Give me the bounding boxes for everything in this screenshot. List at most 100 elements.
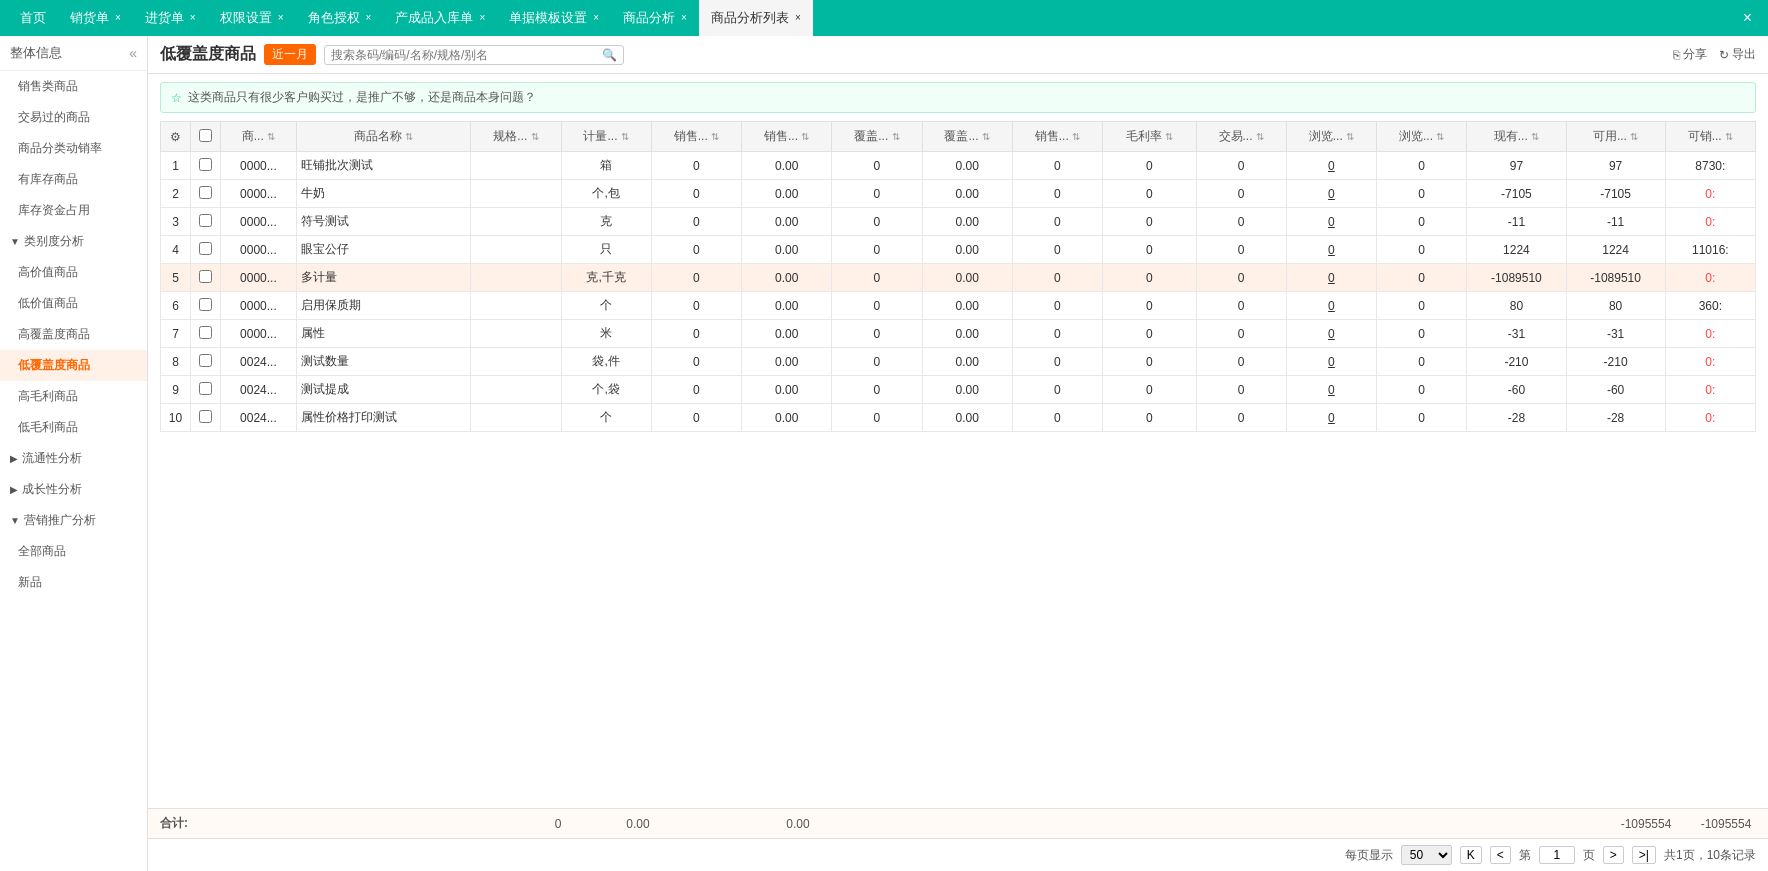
row-current-stock: 1224 — [1467, 236, 1566, 264]
share-button[interactable]: ⎘ 分享 — [1673, 46, 1707, 63]
row-gross-rate: 0 — [1103, 376, 1197, 404]
row-browse1[interactable]: 0 — [1286, 264, 1376, 292]
row-cover-amt: 0.00 — [922, 152, 1012, 180]
col-browse1[interactable]: 浏览... ⇅ — [1286, 122, 1376, 152]
col-cover-qty[interactable]: 覆盖... ⇅ — [832, 122, 922, 152]
info-bar: ☆ 这类商品只有很少客户购买过，是推广不够，还是商品本身问题？ — [160, 82, 1756, 113]
next-page-button[interactable]: > — [1603, 846, 1624, 864]
nav-template-settings[interactable]: 单据模板设置 × — [497, 0, 611, 36]
page-size-select[interactable]: 20 50 100 — [1401, 845, 1452, 865]
col-available[interactable]: 可用... ⇅ — [1566, 122, 1665, 152]
sidebar-group-circulation-analysis[interactable]: ▶ 流通性分析 — [0, 443, 147, 474]
row-browse1[interactable]: 0 — [1286, 292, 1376, 320]
select-all-checkbox[interactable] — [199, 129, 212, 142]
row-browse1[interactable]: 0 — [1286, 320, 1376, 348]
sidebar-item-low-margin[interactable]: 低毛利商品 — [0, 412, 147, 443]
last-page-button[interactable]: >| — [1632, 846, 1656, 864]
row-checkbox[interactable] — [199, 158, 212, 171]
export-button[interactable]: ↻ 导出 — [1719, 46, 1756, 63]
col-unit[interactable]: 计量... ⇅ — [561, 122, 651, 152]
search-input[interactable] — [331, 48, 598, 62]
close-icon[interactable]: × — [593, 0, 599, 36]
first-page-button[interactable]: K — [1460, 846, 1482, 864]
close-icon[interactable]: × — [479, 0, 485, 36]
page-label-2: 页 — [1583, 847, 1595, 864]
row-checkbox[interactable] — [199, 354, 212, 367]
col-browse2[interactable]: 浏览... ⇅ — [1377, 122, 1467, 152]
sidebar-item-low-coverage[interactable]: 低覆盖度商品 — [0, 350, 147, 381]
row-cover-qty: 0 — [832, 264, 922, 292]
row-sales-amt: 0.00 — [742, 404, 832, 432]
row-checkbox[interactable] — [199, 298, 212, 311]
nav-purchase-order[interactable]: 进货单 × — [133, 0, 208, 36]
row-browse1[interactable]: 0 — [1286, 404, 1376, 432]
sidebar-item-new-goods[interactable]: 新品 — [0, 567, 147, 598]
row-name: 测试数量 — [296, 348, 470, 376]
close-icon[interactable]: × — [681, 0, 687, 36]
nav-permission-settings[interactable]: 权限设置 × — [208, 0, 296, 36]
sidebar-item-high-coverage[interactable]: 高覆盖度商品 — [0, 319, 147, 350]
period-button[interactable]: 近一月 — [264, 44, 316, 65]
row-checkbox[interactable] — [199, 270, 212, 283]
col-code[interactable]: 商... ⇅ — [221, 122, 297, 152]
row-code: 0000... — [221, 152, 297, 180]
sidebar-item-traded-goods[interactable]: 交易过的商品 — [0, 102, 147, 133]
row-num: 1 — [161, 152, 191, 180]
sidebar-item-high-margin[interactable]: 高毛利商品 — [0, 381, 147, 412]
sidebar-group-category-analysis[interactable]: ▼ 类别度分析 — [0, 226, 147, 257]
close-icon[interactable]: × — [795, 0, 801, 36]
prev-page-button[interactable]: < — [1490, 846, 1511, 864]
row-browse1[interactable]: 0 — [1286, 348, 1376, 376]
sidebar-item-sales-goods[interactable]: 销售类商品 — [0, 71, 147, 102]
row-trade: 0 — [1196, 376, 1286, 404]
nav-home[interactable]: 首页 — [8, 0, 58, 36]
nav-product-analysis-list[interactable]: 商品分析列表 × — [699, 0, 813, 36]
col-sales-count[interactable]: 销售... ⇅ — [1012, 122, 1102, 152]
row-browse1[interactable]: 0 — [1286, 152, 1376, 180]
col-saleable[interactable]: 可销... ⇅ — [1665, 122, 1755, 152]
row-browse1[interactable]: 0 — [1286, 376, 1376, 404]
close-icon[interactable]: × — [190, 0, 196, 36]
row-browse1[interactable]: 0 — [1286, 236, 1376, 264]
sidebar-collapse-button[interactable]: « — [129, 45, 137, 61]
row-checkbox[interactable] — [199, 410, 212, 423]
nav-product-storage[interactable]: 产成品入库单 × — [383, 0, 497, 36]
sidebar-group-growth-analysis[interactable]: ▶ 成长性分析 — [0, 474, 147, 505]
row-checkbox[interactable] — [199, 382, 212, 395]
sidebar-item-inventory-capital[interactable]: 库存资金占用 — [0, 195, 147, 226]
row-cover-amt: 0.00 — [922, 236, 1012, 264]
row-code: 0024... — [221, 348, 297, 376]
chevron-right-icon: ▶ — [10, 453, 18, 464]
sidebar-item-category-sales-rate[interactable]: 商品分类动销率 — [0, 133, 147, 164]
nav-role-auth[interactable]: 角色授权 × — [296, 0, 384, 36]
row-browse1[interactable]: 0 — [1286, 180, 1376, 208]
window-close-button[interactable]: × — [1735, 9, 1760, 27]
col-name[interactable]: 商品名称 ⇅ — [296, 122, 470, 152]
sidebar-item-stocked-goods[interactable]: 有库存商品 — [0, 164, 147, 195]
search-icon[interactable]: 🔍 — [602, 48, 617, 62]
col-cover-amt[interactable]: 覆盖... ⇅ — [922, 122, 1012, 152]
col-sales-amt[interactable]: 销售... ⇅ — [742, 122, 832, 152]
sidebar-item-high-value[interactable]: 高价值商品 — [0, 257, 147, 288]
col-settings[interactable]: ⚙ — [161, 122, 191, 152]
row-checkbox[interactable] — [199, 326, 212, 339]
sidebar-group-marketing-analysis[interactable]: ▼ 营销推广分析 — [0, 505, 147, 536]
row-checkbox[interactable] — [199, 186, 212, 199]
col-current-stock[interactable]: 现有... ⇅ — [1467, 122, 1566, 152]
nav-sales-order[interactable]: 销货单 × — [58, 0, 133, 36]
close-icon[interactable]: × — [278, 0, 284, 36]
close-icon[interactable]: × — [366, 0, 372, 36]
row-browse1[interactable]: 0 — [1286, 208, 1376, 236]
table-row: 5 0000... 多计量 克,千克 0 0.00 0 0.00 0 0 0 0… — [161, 264, 1756, 292]
sidebar-item-all-goods[interactable]: 全部商品 — [0, 536, 147, 567]
col-trade[interactable]: 交易... ⇅ — [1196, 122, 1286, 152]
close-icon[interactable]: × — [115, 0, 121, 36]
row-checkbox[interactable] — [199, 242, 212, 255]
row-checkbox[interactable] — [199, 214, 212, 227]
sidebar-item-low-value[interactable]: 低价值商品 — [0, 288, 147, 319]
col-spec[interactable]: 规格... ⇅ — [471, 122, 561, 152]
current-page-input[interactable] — [1539, 846, 1575, 864]
col-gross-rate[interactable]: 毛利率 ⇅ — [1103, 122, 1197, 152]
col-sales-qty[interactable]: 销售... ⇅ — [651, 122, 741, 152]
nav-product-analysis[interactable]: 商品分析 × — [611, 0, 699, 36]
